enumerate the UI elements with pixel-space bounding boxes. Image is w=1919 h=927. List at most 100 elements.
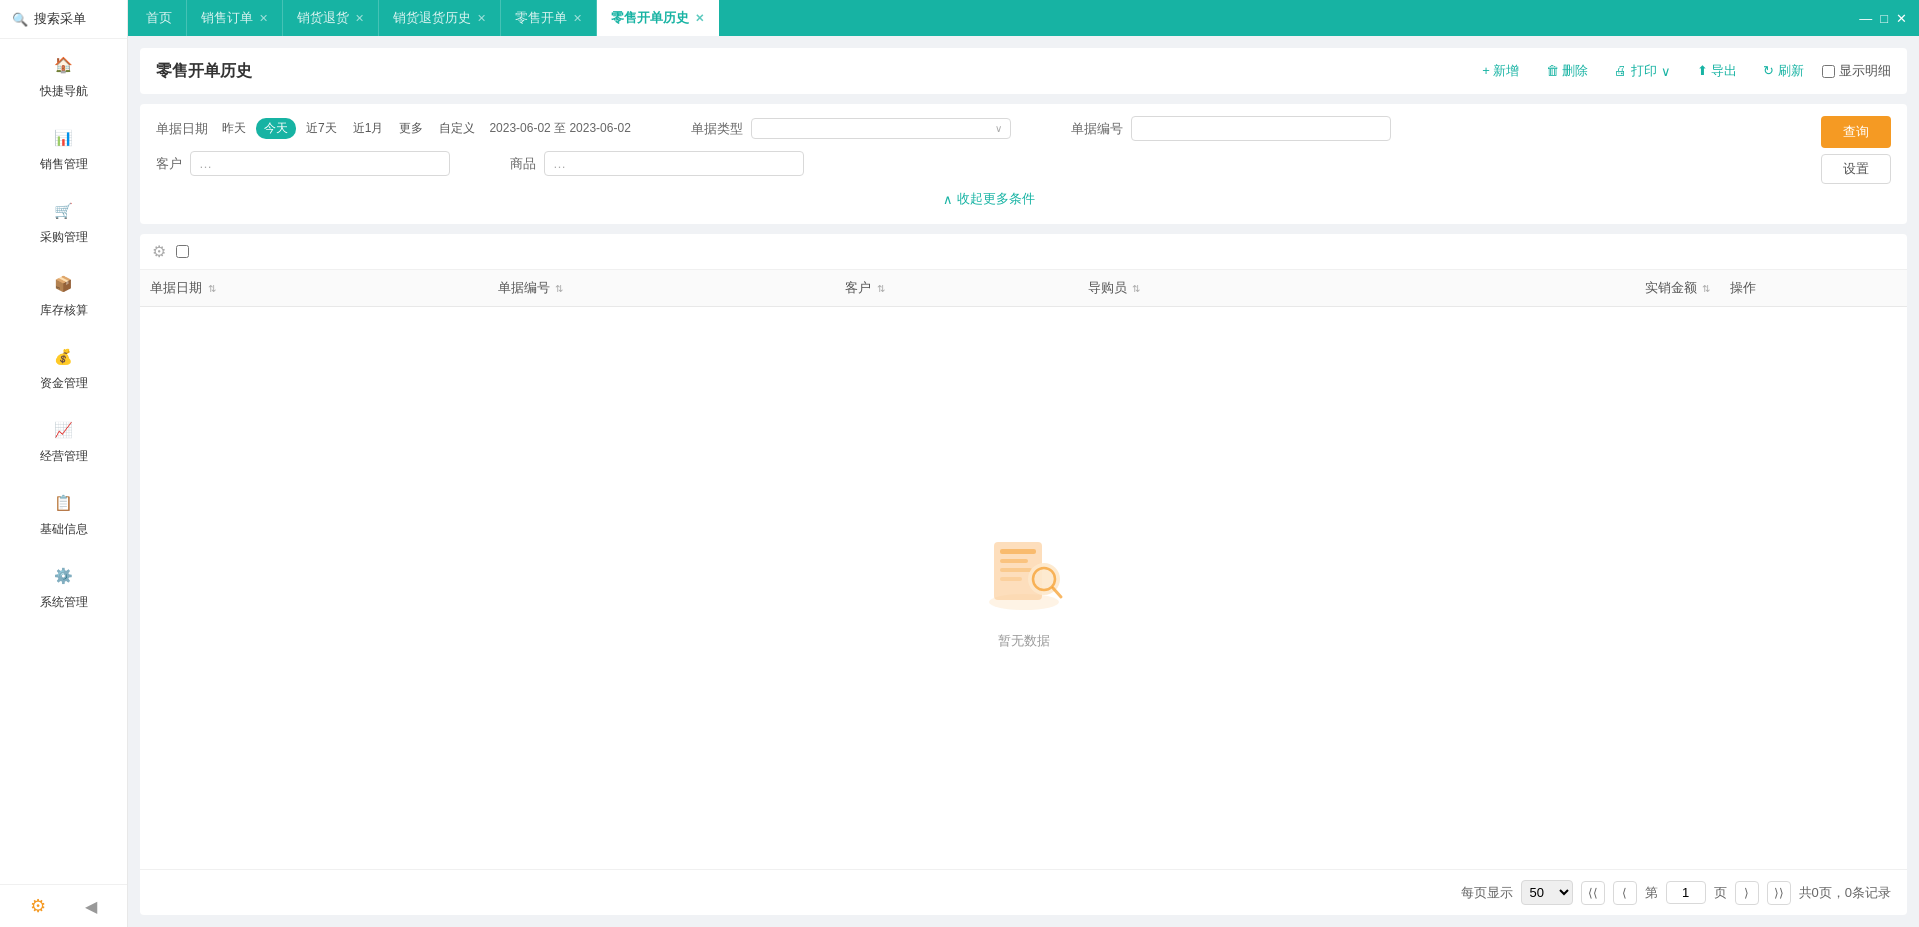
- collapse-up-icon: ∧: [943, 192, 953, 207]
- sidebar-item-quick-nav[interactable]: 🏠 快捷导航: [0, 39, 127, 112]
- next-page-btn[interactable]: ⟩: [1735, 881, 1759, 905]
- settings-icon[interactable]: ⚙: [30, 895, 46, 917]
- customer-select[interactable]: …: [190, 151, 450, 176]
- first-page-btn[interactable]: ⟨⟨: [1581, 881, 1605, 905]
- sort-number-icon[interactable]: ⇅: [555, 283, 563, 294]
- tab-sales-return-history-close[interactable]: ✕: [477, 12, 486, 25]
- last1month-btn[interactable]: 近1月: [347, 118, 390, 139]
- col-action-label: 操作: [1730, 280, 1756, 295]
- tab-home[interactable]: 首页: [132, 0, 187, 36]
- sys-mgmt-icon: ⚙️: [50, 562, 78, 590]
- col-customer: 客户 ⇅: [835, 270, 1077, 307]
- table-header-row: 单据日期 ⇅ 单据编号 ⇅ 客户 ⇅ 导购员 ⇅: [140, 270, 1907, 307]
- collapse-label: 收起更多条件: [957, 190, 1035, 208]
- col-amount-label: 实销金额: [1645, 280, 1697, 295]
- filter-row-outer: 单据日期 昨天 今天 近7天 近1月 更多 自定义 2023-06-02 至 2…: [156, 116, 1891, 212]
- more-btn[interactable]: 更多: [393, 118, 429, 139]
- sidebar-item-operations[interactable]: 📈 经营管理: [0, 404, 127, 477]
- page-input[interactable]: [1666, 881, 1706, 904]
- type-select[interactable]: ∨: [751, 118, 1011, 139]
- collapse-conditions[interactable]: ∧ 收起更多条件: [156, 186, 1821, 212]
- goods-placeholder: …: [553, 156, 566, 171]
- empty-illustration: [974, 527, 1074, 620]
- tab-sales-return-history[interactable]: 销货退货历史 ✕: [379, 0, 501, 36]
- sort-amount-icon[interactable]: ⇅: [1702, 283, 1710, 294]
- table-settings-icon[interactable]: ⚙: [152, 242, 166, 261]
- show-detail-checkbox[interactable]: 显示明细: [1822, 62, 1891, 80]
- query-area: 查询 设置: [1821, 116, 1891, 184]
- print-button[interactable]: 🖨 打印 ∨: [1606, 58, 1679, 84]
- today-btn[interactable]: 今天: [256, 118, 296, 139]
- purchase-mgmt-icon: 🛒: [50, 197, 78, 225]
- sort-date-icon[interactable]: ⇅: [208, 283, 216, 294]
- sidebar-item-basic-info[interactable]: 📋 基础信息: [0, 477, 127, 550]
- add-button[interactable]: + 新增: [1474, 58, 1527, 84]
- sidebar-search-label: 搜索采单: [34, 10, 86, 28]
- sidebar-item-label-operations: 经营管理: [40, 448, 88, 465]
- tab-retail-open-close[interactable]: ✕: [573, 12, 582, 25]
- last7days-btn[interactable]: 近7天: [300, 118, 343, 139]
- goods-select[interactable]: …: [544, 151, 804, 176]
- tab-sales-return-history-label: 销货退货历史: [393, 9, 471, 27]
- tab-sales-order-close[interactable]: ✕: [259, 12, 268, 25]
- select-all-checkbox[interactable]: [176, 245, 189, 258]
- sidebar-search[interactable]: 🔍 搜索采单: [0, 0, 127, 39]
- sidebar-item-inventory[interactable]: 📦 库存核算: [0, 258, 127, 331]
- sidebar-item-label-finance: 资金管理: [40, 375, 88, 392]
- refresh-button[interactable]: ↻ 刷新: [1755, 58, 1812, 84]
- docnum-input[interactable]: [1131, 116, 1391, 141]
- sidebar-item-finance[interactable]: 💰 资金管理: [0, 331, 127, 404]
- filter-row-1: 单据日期 昨天 今天 近7天 近1月 更多 自定义 2023-06-02 至 2…: [156, 116, 1821, 141]
- date-label: 单据日期: [156, 120, 208, 138]
- per-page-select[interactable]: 50 10 20 100: [1521, 880, 1573, 905]
- empty-state: 暂无数据: [140, 307, 1907, 869]
- sidebar-item-label-inventory: 库存核算: [40, 302, 88, 319]
- customer-placeholder: …: [199, 156, 212, 171]
- tab-retail-open-history[interactable]: 零售开单历史 ✕: [597, 0, 719, 36]
- inventory-icon: 📦: [50, 270, 78, 298]
- page-suffix: 页: [1714, 884, 1727, 902]
- sidebar-item-label-quick-nav: 快捷导航: [40, 83, 88, 100]
- sidebar-item-sales-mgmt[interactable]: 📊 销售管理: [0, 112, 127, 185]
- sidebar-item-sys-mgmt[interactable]: ⚙️ 系统管理: [0, 550, 127, 623]
- custom-btn[interactable]: 自定义: [433, 118, 481, 139]
- maximize-button[interactable]: □: [1880, 11, 1888, 26]
- last-page-btn[interactable]: ⟩⟩: [1767, 881, 1791, 905]
- col-number: 单据编号 ⇅: [488, 270, 836, 307]
- page-label: 第: [1645, 884, 1658, 902]
- empty-text: 暂无数据: [998, 632, 1050, 650]
- tab-bar-controls: — □ ✕: [1859, 11, 1919, 26]
- page-title: 零售开单历史: [156, 61, 252, 82]
- tab-sales-order[interactable]: 销售订单 ✕: [187, 0, 283, 36]
- minimize-button[interactable]: —: [1859, 11, 1872, 26]
- prev-page-btn[interactable]: ⟨: [1613, 881, 1637, 905]
- tab-retail-open-history-label: 零售开单历史: [611, 9, 689, 27]
- tab-sales-return[interactable]: 销货退货 ✕: [283, 0, 379, 36]
- table-area: ⚙ 单据日期 ⇅ 单据编号 ⇅ 客户: [140, 234, 1907, 915]
- refresh-label: ↻ 刷新: [1763, 62, 1804, 80]
- delete-button[interactable]: 🗑 删除: [1538, 58, 1597, 84]
- sidebar-item-purchase-mgmt[interactable]: 🛒 采购管理: [0, 185, 127, 258]
- sales-mgmt-icon: 📊: [50, 124, 78, 152]
- show-detail-input[interactable]: [1822, 65, 1835, 78]
- sort-customer-icon[interactable]: ⇅: [877, 283, 885, 294]
- tab-retail-open[interactable]: 零售开单 ✕: [501, 0, 597, 36]
- close-window-button[interactable]: ✕: [1896, 11, 1907, 26]
- type-label: 单据类型: [691, 120, 743, 138]
- collapse-icon[interactable]: ◀: [85, 897, 97, 916]
- filter-customer-field: 客户 …: [156, 151, 450, 176]
- col-number-label: 单据编号: [498, 280, 550, 295]
- export-button[interactable]: ⬆ 导出: [1689, 58, 1746, 84]
- sort-salesperson-icon[interactable]: ⇅: [1132, 283, 1140, 294]
- sidebar-bottom: ⚙ ◀: [0, 884, 127, 927]
- operations-icon: 📈: [50, 416, 78, 444]
- yesterday-btn[interactable]: 昨天: [216, 118, 252, 139]
- tab-retail-open-label: 零售开单: [515, 9, 567, 27]
- setting-button[interactable]: 设置: [1821, 154, 1891, 184]
- tab-retail-open-history-close[interactable]: ✕: [695, 12, 704, 25]
- query-button[interactable]: 查询: [1821, 116, 1891, 148]
- sidebar-item-label-sales-mgmt: 销售管理: [40, 156, 88, 173]
- tab-sales-return-close[interactable]: ✕: [355, 12, 364, 25]
- col-date-label: 单据日期: [150, 280, 202, 295]
- data-table: 单据日期 ⇅ 单据编号 ⇅ 客户 ⇅ 导购员 ⇅: [140, 270, 1907, 307]
